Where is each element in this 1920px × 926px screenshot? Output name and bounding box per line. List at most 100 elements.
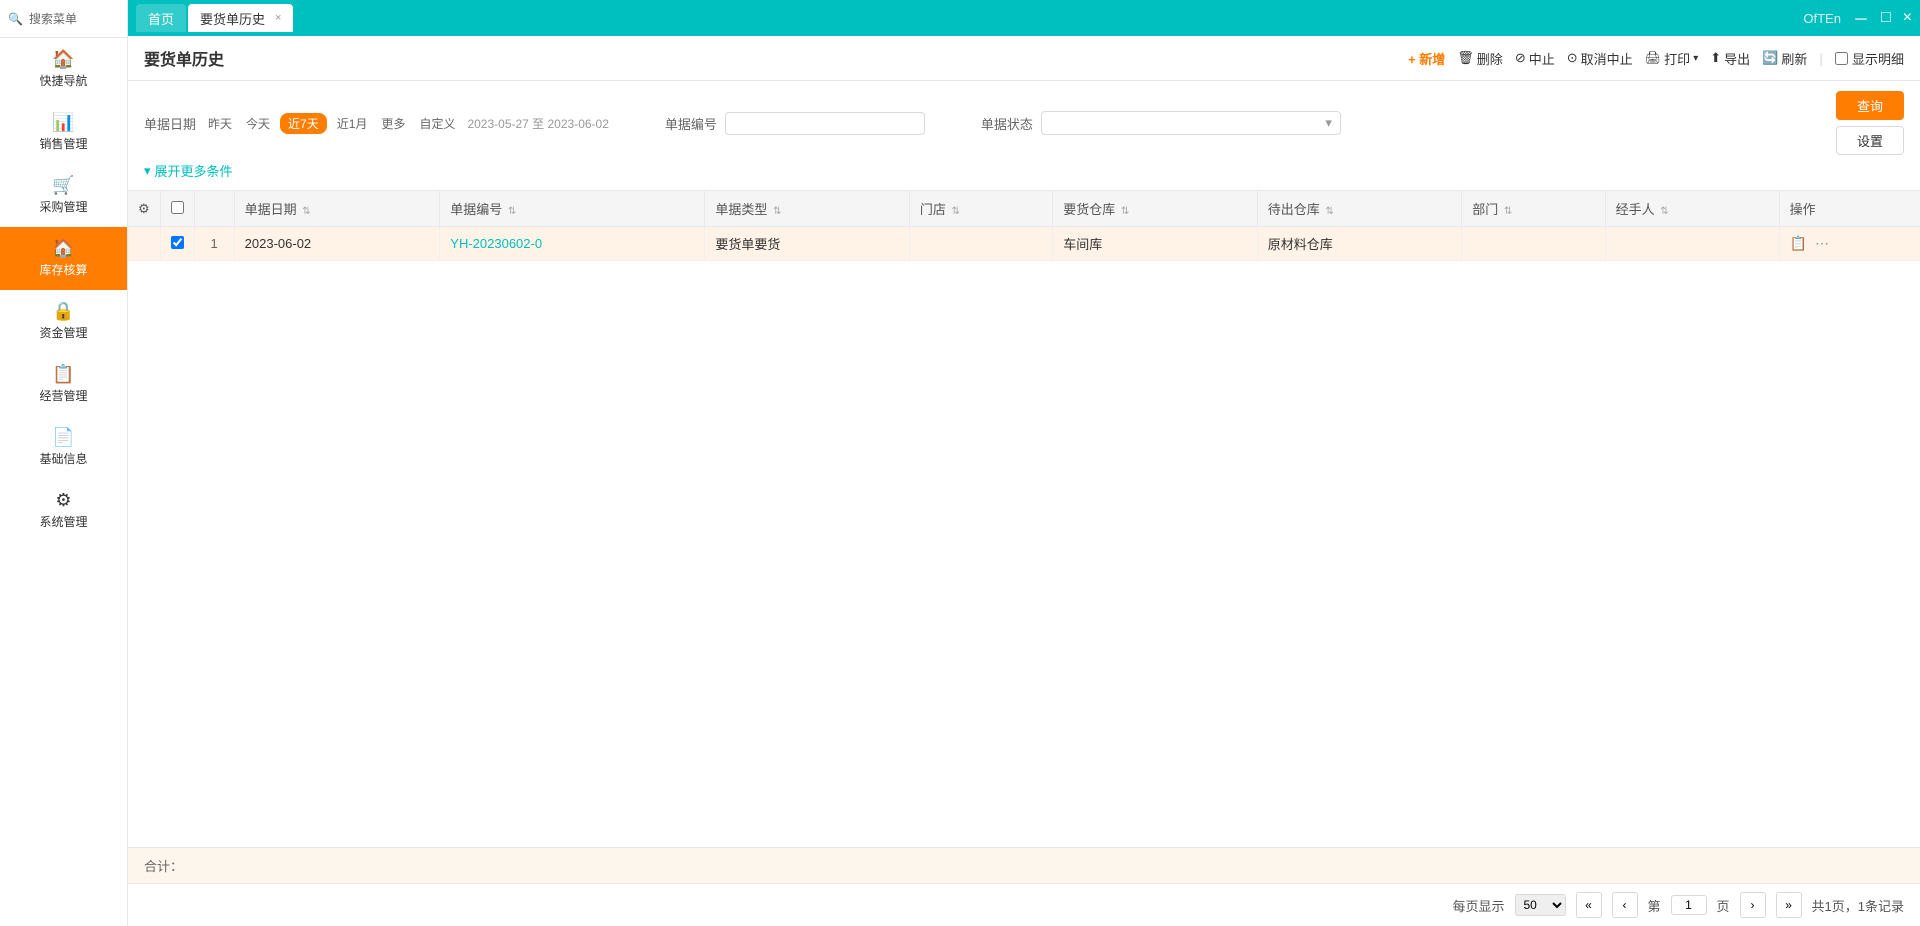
doc-no-input[interactable] (725, 112, 925, 135)
expand-more[interactable]: ▾ 展开更多条件 (144, 161, 1904, 180)
row-doc-no[interactable]: YH-20230602-0 (440, 227, 705, 261)
col-settings[interactable]: ⚙ (128, 191, 160, 227)
search-label: 搜索菜单 (29, 10, 77, 27)
col-doc-no[interactable]: 单据编号 ⇅ (440, 191, 705, 227)
refresh-button[interactable]: 🔄 刷新 (1762, 49, 1807, 68)
date-shortcut-custom[interactable]: 自定义 (415, 114, 459, 133)
tab-label: 首页 (148, 9, 174, 28)
row-handler (1605, 227, 1779, 261)
sidebar-item-purchase[interactable]: 🛒 采购管理 (0, 164, 127, 227)
doc-status-label: 单据状态 (981, 114, 1033, 133)
page-unit: 页 (1717, 896, 1730, 915)
page-title: 要货单历史 (144, 46, 224, 70)
export-button[interactable]: ⬆ 导出 (1710, 49, 1750, 68)
doc-status-select[interactable]: ▾ (1041, 111, 1341, 135)
col-store[interactable]: 门店 ⇅ (909, 191, 1052, 227)
table-container: ⚙ 单据日期 ⇅ 单据编号 ⇅ 单据类型 ⇅ 门店 ⇅ 要货仓库 ⇅ 待出仓库 … (128, 191, 1920, 847)
display-detail-toggle[interactable]: 显示明细 (1835, 49, 1904, 68)
row-checkbox-cell[interactable] (160, 227, 194, 261)
expand-icon: ▾ (144, 163, 151, 179)
pagination-bar: 每页显示 102050100 « ‹ 第 页 › » 共1页，1条记录 (128, 883, 1920, 926)
date-shortcut-yesterday[interactable]: 昨天 (204, 114, 236, 133)
print-icon: 🖨 (1645, 50, 1662, 66)
next-page-button[interactable]: › (1740, 892, 1766, 918)
minimize-button[interactable]: － (1853, 6, 1869, 30)
operations-icon: 📋 (52, 365, 74, 383)
sidebar-item-inventory[interactable]: 🏠库存核算 (0, 227, 127, 290)
print-button[interactable]: 🖨 打印 ▾ (1645, 49, 1699, 68)
new-button[interactable]: + 新增 (1408, 49, 1445, 68)
action-btn-group: 查询 设置 (1836, 91, 1904, 155)
maximize-button[interactable]: □ (1881, 9, 1891, 27)
export-icon: ⬆ (1710, 50, 1721, 66)
row-edit-icon[interactable]: 📋 (1790, 235, 1807, 252)
table-row[interactable]: 1 2023-06-02 YH-20230602-0 要货单要货 车间库 原材料… (128, 227, 1920, 261)
table-footer: 合计： (128, 847, 1920, 883)
row-checkbox[interactable] (171, 236, 184, 249)
tab-requisition-history[interactable]: 要货单历史 × (188, 4, 293, 32)
filter-settings-button[interactable]: 设置 (1836, 126, 1904, 155)
sidebar-item-label: 库存核算 (39, 261, 87, 278)
sidebar-item-system[interactable]: ⚙系统管理 (0, 479, 127, 542)
col-doc-type[interactable]: 单据类型 ⇅ (705, 191, 910, 227)
date-filter: 单据日期 昨天今天近7天近1月更多自定义 2023-05-27 至 2023-0… (144, 113, 609, 134)
col-department[interactable]: 部门 ⇅ (1462, 191, 1605, 227)
col-req-warehouse[interactable]: 要货仓库 ⇅ (1053, 191, 1258, 227)
per-page-label: 每页显示 (1452, 896, 1504, 915)
page-input[interactable] (1671, 895, 1707, 915)
date-shortcut-today[interactable]: 今天 (242, 114, 274, 133)
row-more-icon[interactable]: ⋯ (1815, 235, 1829, 252)
main-area: 首页要货单历史× OfTEn － □ × 要货单历史 + 新增 🗑 删除 ⊘ 中… (128, 0, 1920, 926)
sidebar-item-operations[interactable]: 📋 经营管理 (0, 353, 127, 416)
sidebar-item-shortcut[interactable]: 🏠快捷导航 (0, 38, 127, 101)
date-shortcut-more[interactable]: 更多 (377, 114, 409, 133)
summary-label: 合计： (144, 859, 183, 874)
dropdown-arrow-icon: ▾ (1325, 115, 1332, 131)
col-pending-warehouse[interactable]: 待出仓库 ⇅ (1257, 191, 1462, 227)
last-page-button[interactable]: » (1776, 892, 1802, 918)
page-header: 要货单历史 + 新增 🗑 删除 ⊘ 中止 ⊙ 取消中止 🖨 打印 (128, 36, 1920, 81)
cancel-stop-button[interactable]: ⊙ 取消中止 (1567, 49, 1633, 68)
search-bar[interactable]: 🔍 搜索菜单 (0, 0, 127, 38)
col-handler[interactable]: 经手人 ⇅ (1605, 191, 1779, 227)
doc-status-filter: 单据状态 ▾ (981, 111, 1341, 135)
delete-button[interactable]: 🗑 删除 (1457, 49, 1503, 68)
stop-icon: ⊘ (1515, 50, 1526, 66)
sidebar-item-sales[interactable]: 📊销售管理 (0, 101, 127, 164)
stop-button[interactable]: ⊘ 中止 (1515, 49, 1555, 68)
row-settings-cell (128, 227, 160, 261)
row-doc-date: 2023-06-02 (234, 227, 440, 261)
doc-no-link[interactable]: YH-20230602-0 (450, 236, 542, 251)
prev-page-button[interactable]: ‹ (1612, 892, 1638, 918)
content: 要货单历史 + 新增 🗑 删除 ⊘ 中止 ⊙ 取消中止 🖨 打印 (128, 36, 1920, 926)
select-all-checkbox[interactable] (171, 201, 184, 214)
sidebar-item-finance[interactable]: 🔒资金管理 (0, 290, 127, 353)
date-shortcut-last_month[interactable]: 近1月 (333, 114, 372, 133)
date-filter-label: 单据日期 (144, 114, 196, 133)
close-button[interactable]: × (1903, 9, 1912, 27)
page-label: 第 (1648, 896, 1661, 915)
cancel-stop-icon: ⊙ (1567, 50, 1578, 66)
row-store (909, 227, 1052, 261)
expand-label: 展开更多条件 (155, 161, 233, 180)
doc-no-label: 单据编号 (665, 114, 717, 133)
query-button[interactable]: 查询 (1836, 91, 1904, 120)
refresh-icon: 🔄 (1762, 50, 1778, 66)
sales-icon: 📊 (52, 113, 74, 131)
sidebar-item-label: 经营管理 (39, 387, 87, 404)
tab-home[interactable]: 首页 (136, 4, 186, 32)
filter-row-1: 单据日期 昨天今天近7天近1月更多自定义 2023-05-27 至 2023-0… (144, 91, 1904, 155)
tab-close-btn[interactable]: × (275, 12, 281, 24)
sidebar-item-basic[interactable]: 📄基础信息 (0, 416, 127, 479)
sidebar-item-label: 采购管理 (39, 198, 87, 215)
purchase-icon: 🛒 (52, 176, 74, 194)
col-doc-date[interactable]: 单据日期 ⇅ (234, 191, 440, 227)
shortcut-icon: 🏠 (52, 50, 74, 68)
display-detail-checkbox[interactable] (1835, 52, 1848, 65)
tab-label: 要货单历史 (200, 9, 265, 28)
first-page-button[interactable]: « (1576, 892, 1602, 918)
date-shortcuts: 昨天今天近7天近1月更多自定义 (204, 113, 459, 134)
per-page-select[interactable]: 102050100 (1515, 894, 1566, 916)
row-doc-type: 要货单要货 (705, 227, 910, 261)
date-shortcut-last7days[interactable]: 近7天 (280, 113, 327, 134)
